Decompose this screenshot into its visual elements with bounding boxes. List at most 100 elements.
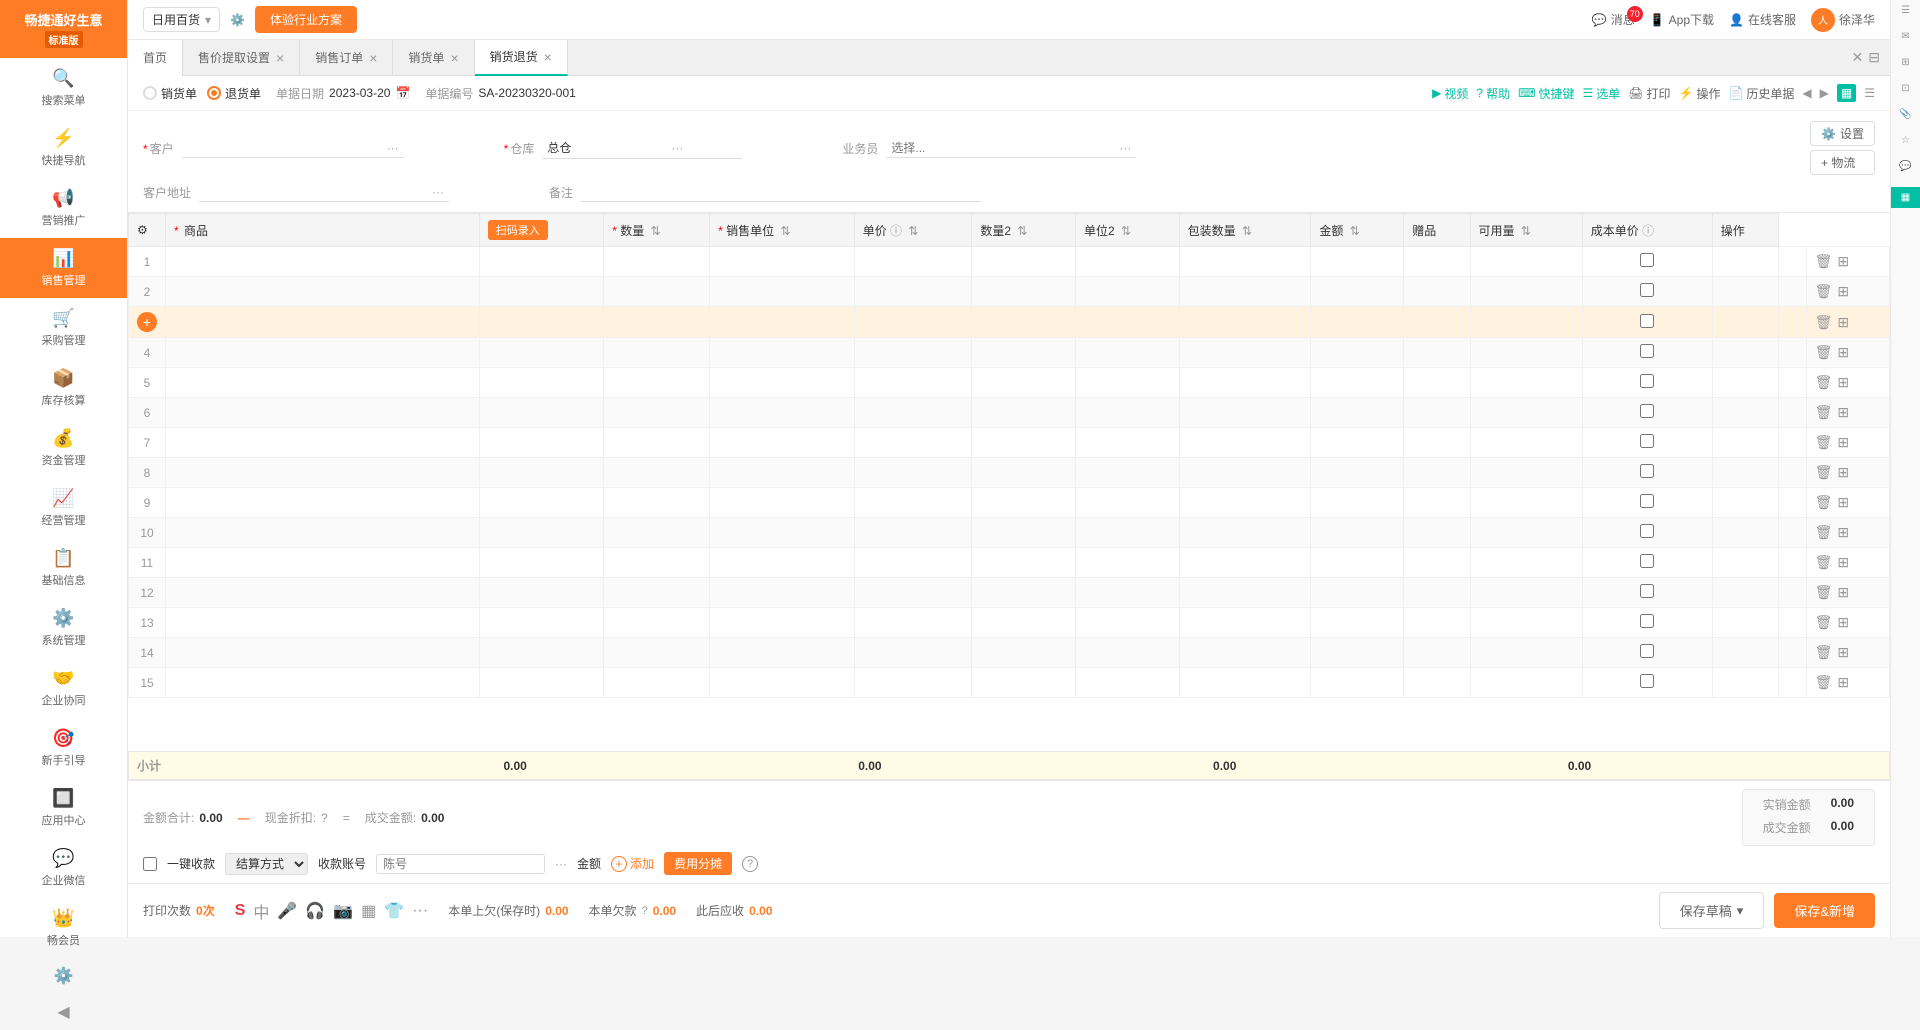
sort-icon[interactable]: ⇅: [908, 224, 918, 238]
help-btn[interactable]: ? 帮助: [1476, 85, 1510, 102]
gift-cell[interactable]: [1582, 638, 1712, 668]
copy-icon[interactable]: ⊞: [1837, 434, 1849, 451]
gift-checkbox[interactable]: [1640, 253, 1654, 267]
warehouse-picker-icon[interactable]: ···: [671, 141, 683, 155]
question-icon[interactable]: ?: [642, 905, 648, 917]
gift-cell[interactable]: [1582, 277, 1712, 307]
dots-label[interactable]: ···: [555, 857, 567, 871]
copy-icon[interactable]: ⊞: [1837, 464, 1849, 481]
save-new-btn[interactable]: 保存&新增: [1774, 893, 1875, 928]
sidebar-settings-btn[interactable]: ⚙️: [0, 958, 127, 994]
product-cell[interactable]: [166, 307, 480, 338]
sort-icon[interactable]: ⇅: [1242, 224, 1252, 238]
product-cell[interactable]: [166, 518, 480, 548]
sort-icon[interactable]: ⇅: [1521, 224, 1531, 238]
shortcut-btn[interactable]: ⌨ 快捷键: [1518, 85, 1574, 102]
sidebar-item-operations[interactable]: 📈 经营管理: [0, 478, 127, 538]
sidebar-item-guide[interactable]: 🎯 新手引导: [0, 718, 127, 778]
select-btn[interactable]: ☰ 选单: [1582, 85, 1620, 102]
remark-input[interactable]: [586, 185, 976, 199]
copy-icon[interactable]: ⊞: [1837, 344, 1849, 361]
sidebar-item-inventory[interactable]: 📦 库存核算: [0, 358, 127, 418]
gift-checkbox[interactable]: [1640, 314, 1654, 328]
delete-icon[interactable]: 🗑: [1815, 494, 1833, 511]
tab-close-icon[interactable]: ×: [450, 50, 458, 66]
copy-icon[interactable]: ⊞: [1837, 614, 1849, 631]
sidebar-collapse-btn[interactable]: ◀: [0, 994, 127, 1030]
sidebar-item-search[interactable]: 🔍 搜索菜单: [0, 58, 127, 118]
sidebar-item-finance[interactable]: 💰 资金管理: [0, 418, 127, 478]
app-download-btn[interactable]: 📱 App下载: [1650, 11, 1714, 28]
gift-checkbox[interactable]: [1640, 584, 1654, 598]
gift-checkbox[interactable]: [1640, 524, 1654, 538]
gift-checkbox[interactable]: [1640, 374, 1654, 388]
gift-checkbox[interactable]: [1640, 554, 1654, 568]
delete-icon[interactable]: 🗑: [1815, 674, 1833, 691]
gift-cell[interactable]: [1582, 307, 1712, 338]
tab-layout-icon[interactable]: ⊟: [1868, 49, 1880, 66]
settings-gear-icon[interactable]: ⚙️: [230, 13, 245, 27]
fee-split-btn[interactable]: 费用分摊: [664, 852, 732, 875]
right-panel-icon-6[interactable]: ☆: [1901, 135, 1910, 146]
sidebar-item-apps[interactable]: 🔲 应用中心: [0, 778, 127, 838]
product-input[interactable]: [174, 315, 471, 330]
copy-icon[interactable]: ⊞: [1837, 374, 1849, 391]
product-cell[interactable]: [166, 398, 480, 428]
radio-return[interactable]: 退货单: [207, 85, 261, 102]
copy-icon[interactable]: ⊞: [1837, 524, 1849, 541]
gift-checkbox[interactable]: [1640, 434, 1654, 448]
gift-checkbox[interactable]: [1640, 464, 1654, 478]
grid-view-icon[interactable]: ▦: [1837, 84, 1856, 102]
delete-icon[interactable]: 🗑: [1815, 253, 1833, 270]
right-panel-icon-7[interactable]: 💬: [1899, 161, 1911, 172]
right-panel-icon-2[interactable]: ✉: [1901, 31, 1909, 42]
tab-home[interactable]: 首页: [128, 40, 183, 76]
salesperson-input[interactable]: [891, 141, 1119, 155]
radio-sale[interactable]: 销货单: [143, 85, 197, 102]
nav-next-icon[interactable]: ▶: [1820, 86, 1829, 100]
product-cell[interactable]: [166, 638, 480, 668]
copy-icon[interactable]: ⊞: [1837, 283, 1849, 300]
right-panel-icon-4[interactable]: ⊡: [1901, 83, 1909, 94]
product-cell[interactable]: [166, 608, 480, 638]
right-panel-icon-5[interactable]: 📎: [1899, 109, 1911, 120]
th-gear[interactable]: ⚙: [129, 214, 166, 247]
gift-cell[interactable]: [1582, 247, 1712, 277]
nav-prev-icon[interactable]: ◀: [1802, 86, 1811, 100]
salesperson-picker-icon[interactable]: ···: [1119, 141, 1131, 155]
right-panel-icon-3[interactable]: ⊞: [1901, 57, 1909, 68]
product-cell[interactable]: [166, 458, 480, 488]
settings-btn[interactable]: ⚙️ 设置: [1810, 121, 1875, 146]
print-btn[interactable]: 🖨 打印: [1628, 85, 1670, 102]
delete-icon[interactable]: 🗑: [1815, 404, 1833, 421]
table-container[interactable]: ⚙ 商品 扫码录入 * 数量 ⇅: [128, 212, 1890, 751]
sidebar-item-enterprise[interactable]: 🤝 企业协同: [0, 658, 127, 718]
delete-icon[interactable]: 🗑: [1815, 434, 1833, 451]
online-service-btn[interactable]: 👤 在线客服: [1729, 11, 1796, 28]
delete-icon[interactable]: 🗑: [1815, 584, 1833, 601]
customer-picker-icon[interactable]: ···: [387, 141, 399, 155]
product-cell[interactable]: [166, 488, 480, 518]
module-selector[interactable]: 日用百货 ▾: [143, 7, 220, 32]
close-all-tabs-icon[interactable]: ✕: [1852, 49, 1864, 66]
gift-cell[interactable]: [1582, 398, 1712, 428]
sort-icon[interactable]: ⇅: [1017, 224, 1027, 238]
sort-icon[interactable]: ⇅: [780, 224, 790, 238]
sidebar-item-purchase[interactable]: 🛒 采购管理: [0, 298, 127, 358]
salesperson-input-wrapper[interactable]: ···: [886, 139, 1136, 158]
delete-icon[interactable]: 🗑: [1815, 283, 1833, 300]
experience-btn[interactable]: 体验行业方案: [255, 6, 357, 33]
delete-icon[interactable]: 🗑: [1815, 524, 1833, 541]
list-view-icon[interactable]: ☰: [1864, 86, 1875, 100]
add-row-btn[interactable]: +: [137, 312, 157, 332]
tab-sales-delivery[interactable]: 销货单 ×: [393, 40, 474, 76]
payment-method-select[interactable]: 结算方式: [225, 853, 308, 875]
address-input-wrapper[interactable]: ···: [199, 183, 449, 202]
sidebar-item-marketing[interactable]: 📢 营销推广: [0, 178, 127, 238]
copy-icon[interactable]: ⊞: [1837, 404, 1849, 421]
sidebar-item-wechat[interactable]: 💬 企业微信: [0, 838, 127, 898]
copy-icon[interactable]: ⊞: [1837, 253, 1849, 270]
sidebar-item-member[interactable]: 👑 畅会员: [0, 898, 127, 958]
delete-icon[interactable]: 🗑: [1815, 464, 1833, 481]
copy-icon[interactable]: ⊞: [1837, 554, 1849, 571]
